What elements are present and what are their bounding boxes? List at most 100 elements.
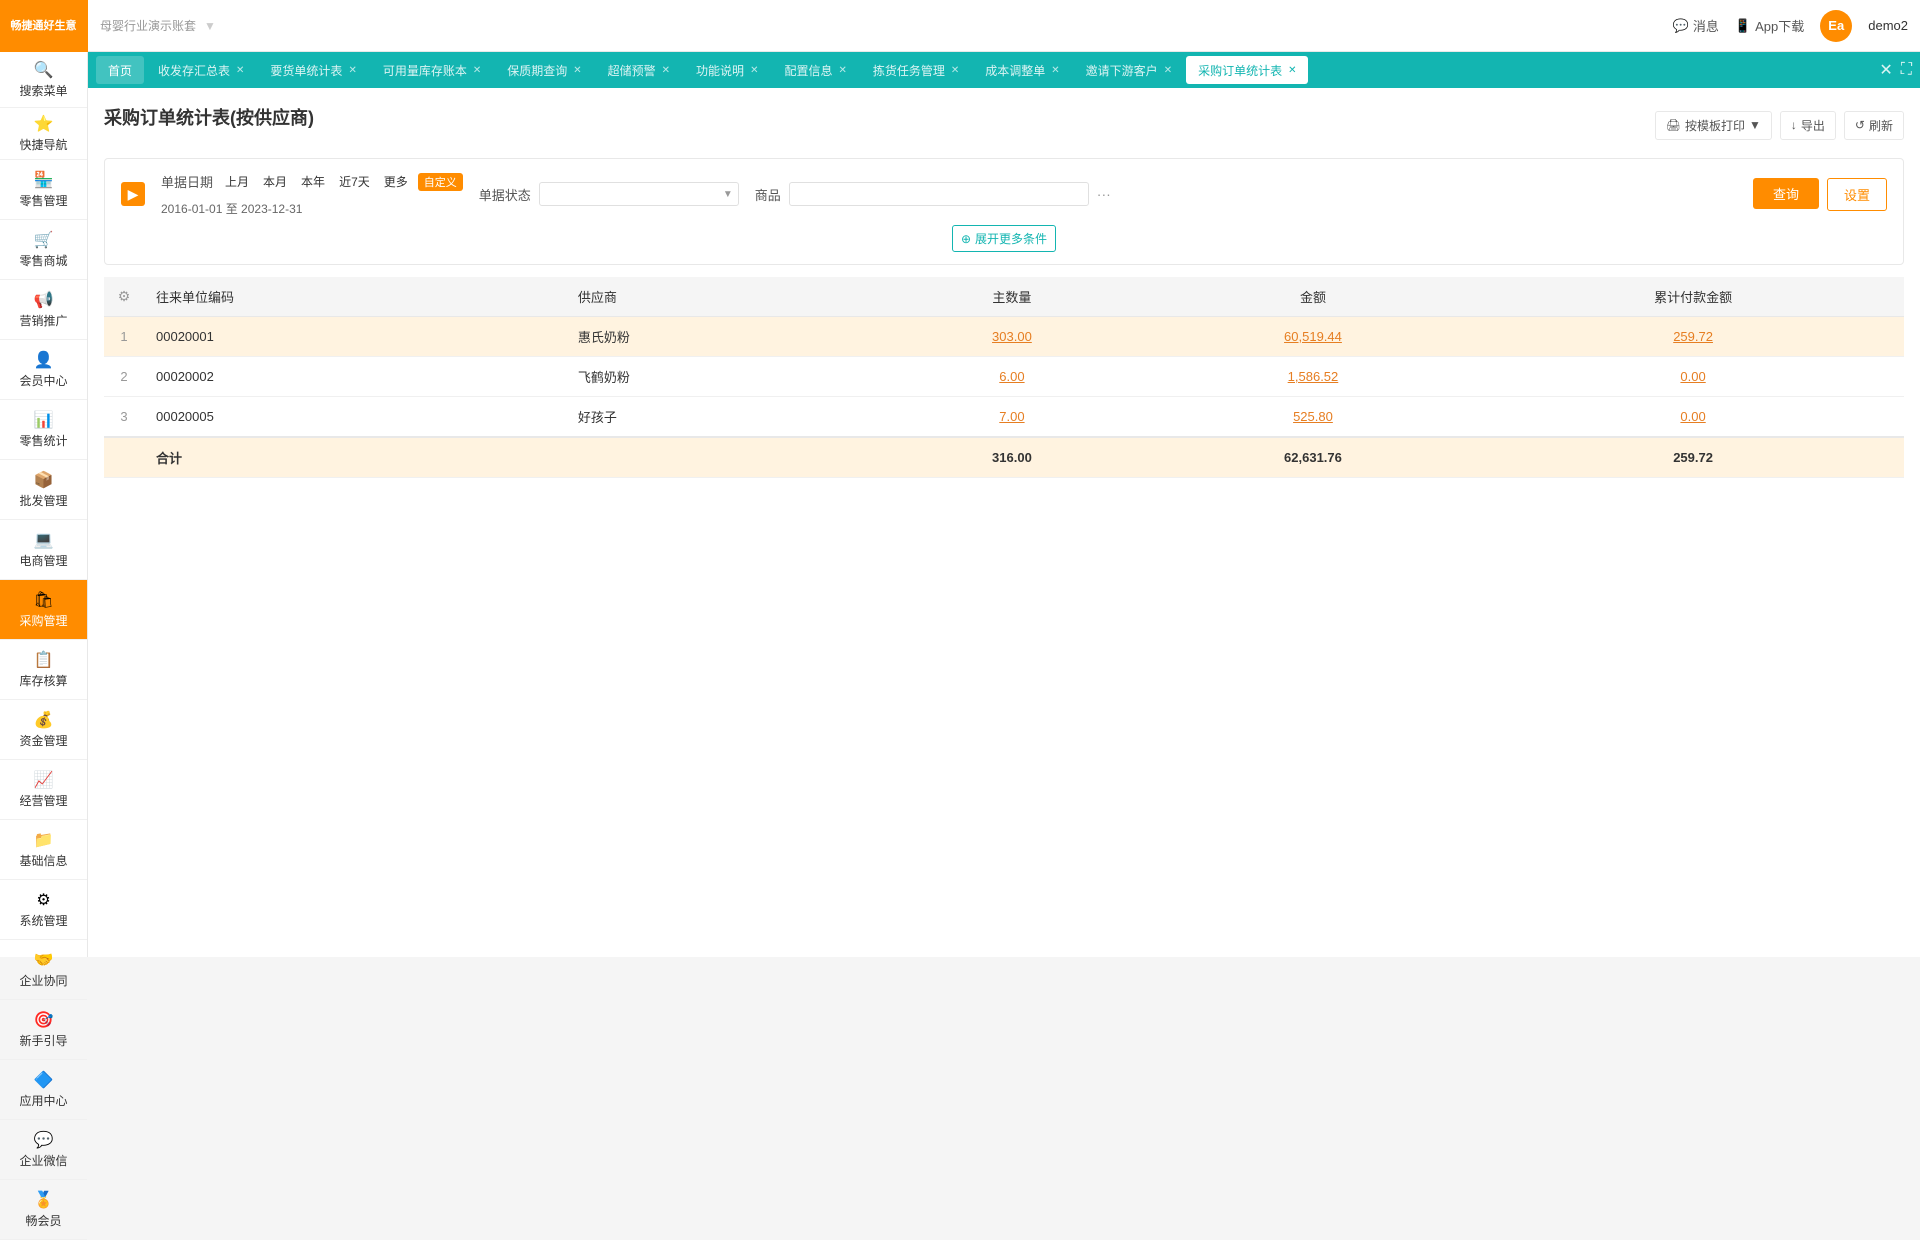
table-body: 1 00020001 惠氏奶粉 303.00 60,519.44 259.72 … (104, 317, 1904, 438)
row-2-amount[interactable]: 1,586.52 (1144, 357, 1482, 397)
goods-input[interactable] (789, 182, 1089, 206)
sidebar-item-system[interactable]: ⚙ 系统管理 (0, 880, 87, 940)
date-opt-last-month[interactable]: 上月 (221, 171, 253, 192)
sidebar-item-member[interactable]: 🏅 畅会员 (0, 1180, 87, 1240)
sidebar-item-basic-info[interactable]: 📁 基础信息 (0, 820, 87, 880)
status-select[interactable] (539, 182, 739, 206)
sidebar-item-purchase[interactable]: 🛍 采购管理 (0, 580, 87, 640)
sidebar-item-quicknav[interactable]: ⭐ 快捷导航 (0, 108, 87, 160)
tab-cost-adjust[interactable]: 成本调整单 ✕ (973, 56, 1071, 84)
date-opt-this-month[interactable]: 本月 (259, 171, 291, 192)
gear-icon[interactable]: ⚙ (118, 288, 131, 304)
filter-date-options: 上月 本月 本年 近7天 更多 自定义 (221, 171, 463, 192)
ecommerce-label: 电商管理 (19, 552, 67, 569)
export-btn[interactable]: ↓ 导出 (1780, 111, 1836, 140)
goods-input-more-btn[interactable]: ··· (1097, 186, 1111, 202)
tab-pick-task[interactable]: 拣货任务管理 ✕ (861, 56, 971, 84)
footer-amount: 62,631.76 (1144, 437, 1482, 478)
sidebar-item-ecommerce[interactable]: 💻 电商管理 (0, 520, 87, 580)
tab-maximize-btn[interactable]: ⛶ (1901, 61, 1912, 79)
row-1-paid[interactable]: 259.72 (1482, 317, 1904, 357)
sidebar-item-retail-store[interactable]: 🛒 零售商城 (0, 220, 87, 280)
sidebar-item-finance[interactable]: 💰 资金管理 (0, 700, 87, 760)
sidebar-item-search[interactable]: 🔍 搜索菜单 (0, 52, 87, 108)
refresh-label: 刷新 (1869, 117, 1893, 134)
query-btn[interactable]: 查询 (1753, 178, 1819, 209)
tab-overstock-warning-close[interactable]: ✕ (662, 65, 670, 76)
tab-config-close[interactable]: ✕ (838, 65, 846, 76)
row-2-paid[interactable]: 0.00 (1482, 357, 1904, 397)
footer-row: 合计 316.00 62,631.76 259.72 (104, 437, 1904, 478)
tab-shelf-life[interactable]: 保质期查询 ✕ (495, 56, 593, 84)
tab-feature-desc-close[interactable]: ✕ (750, 65, 758, 76)
sidebar-item-retail-mgmt[interactable]: 🏪 零售管理 (0, 160, 87, 220)
tab-invite-customer[interactable]: 邀请下游客户 ✕ (1074, 56, 1184, 84)
page-content: 采购订单统计表(按供应商) 🖨 按模板打印 ▼ ↓ 导出 ↺ 刷新 (88, 88, 1920, 957)
table-row: 3 00020005 好孩子 7.00 525.80 0.00 (104, 397, 1904, 438)
tab-shelf-life-close[interactable]: ✕ (573, 65, 581, 76)
tab-overstock-warning-label: 超储预警 (608, 62, 656, 79)
date-opt-this-year[interactable]: 本年 (297, 171, 329, 192)
sidebar-item-enterprise-collab[interactable]: 🤝 企业协同 (0, 940, 87, 1000)
message-btn[interactable]: 💬 消息 (1673, 16, 1719, 35)
tab-purchase-order-stats-close[interactable]: ✕ (1288, 65, 1296, 76)
tab-overstock-warning[interactable]: 超储预警 ✕ (596, 56, 682, 84)
basic-info-icon: 📁 (34, 830, 54, 850)
tab-stock-summary[interactable]: 收发存汇总表 ✕ (146, 56, 256, 84)
ecommerce-icon: 💻 (34, 530, 54, 550)
sidebar-item-inventory[interactable]: 📋 库存核算 (0, 640, 87, 700)
marketing-icon: 📢 (34, 290, 54, 310)
system-icon: ⚙ (34, 890, 54, 910)
tab-pick-task-close[interactable]: ✕ (951, 65, 959, 76)
user-avatar[interactable]: Ea (1820, 10, 1852, 42)
filter-bar: ▶ 单据日期 上月 本月 本年 近7天 更多 自定义 (104, 158, 1904, 265)
wholesale-label: 批发管理 (19, 492, 67, 509)
row-3-quantity[interactable]: 7.00 (880, 397, 1144, 438)
tab-available-stock[interactable]: 可用量库存账本 ✕ (371, 56, 493, 84)
settings-btn[interactable]: 设置 (1827, 178, 1887, 211)
tab-config[interactable]: 配置信息 ✕ (772, 56, 858, 84)
filter-toggle-btn[interactable]: ▶ (121, 182, 145, 206)
tab-stock-summary-close[interactable]: ✕ (236, 65, 244, 76)
row-1-amount[interactable]: 60,519.44 (1144, 317, 1482, 357)
col-gear: ⚙ (104, 277, 144, 317)
tab-available-stock-close[interactable]: ✕ (473, 65, 481, 76)
refresh-btn[interactable]: ↺ 刷新 (1844, 111, 1904, 140)
tab-cost-adjust-close[interactable]: ✕ (1051, 65, 1059, 76)
row-1-quantity[interactable]: 303.00 (880, 317, 1144, 357)
sidebar-item-retail-stats[interactable]: 📊 零售统计 (0, 400, 87, 460)
filter-row-main: ▶ 单据日期 上月 本月 本年 近7天 更多 自定义 (121, 171, 1887, 217)
date-opt-7days[interactable]: 近7天 (335, 171, 374, 192)
tab-home[interactable]: 首页 (96, 56, 144, 84)
sidebar-item-members[interactable]: 👤 会员中心 (0, 340, 87, 400)
footer-paid: 259.72 (1482, 437, 1904, 478)
row-3-amount[interactable]: 525.80 (1144, 397, 1482, 438)
member-label: 畅会员 (25, 1212, 61, 1229)
sidebar-item-marketing[interactable]: 📢 营销推广 (0, 280, 87, 340)
filter-status-section: 单据状态 ▼ (479, 182, 739, 206)
template-print-btn[interactable]: 🖨 按模板打印 ▼ (1655, 111, 1772, 140)
tab-feature-desc[interactable]: 功能说明 ✕ (684, 56, 770, 84)
row-2-quantity[interactable]: 6.00 (880, 357, 1144, 397)
sidebar-item-wechat[interactable]: 💬 企业微信 (0, 1120, 87, 1180)
sidebar-quicknav-label: 快捷导航 (19, 136, 67, 153)
purchase-icon: 🛍 (34, 590, 54, 610)
tab-invite-customer-close[interactable]: ✕ (1164, 65, 1172, 76)
tab-purchase-stats-close[interactable]: ✕ (348, 65, 356, 76)
tab-close-all-btn[interactable]: ✕ (1879, 60, 1892, 80)
app-download-btn[interactable]: 📱 App下载 (1735, 16, 1804, 35)
tab-purchase-order-stats[interactable]: 采购订单统计表 ✕ (1186, 56, 1308, 84)
tab-purchase-stats[interactable]: 要货单统计表 ✕ (258, 56, 368, 84)
sidebar-item-app-center[interactable]: 🔷 应用中心 (0, 1060, 87, 1120)
sidebar-item-guide[interactable]: 🎯 新手引导 (0, 1000, 87, 1060)
row-3-paid[interactable]: 0.00 (1482, 397, 1904, 438)
date-custom-badge[interactable]: 自定义 (418, 173, 463, 191)
topbar-left: 母婴行业演示账套 ▼ (100, 17, 216, 34)
date-opt-more[interactable]: 更多 (380, 171, 412, 192)
sidebar-item-wholesale[interactable]: 📦 批发管理 (0, 460, 87, 520)
expand-more-btn[interactable]: ⊕ 展开更多条件 (952, 225, 1056, 252)
row-1-supplier: 惠氏奶粉 (566, 317, 880, 357)
enterprise-collab-icon: 🤝 (34, 950, 54, 970)
table-header: ⚙ 往来单位编码 供应商 主数量 金额 累计付款金额 (104, 277, 1904, 317)
sidebar-item-operations[interactable]: 📈 经营管理 (0, 760, 87, 820)
